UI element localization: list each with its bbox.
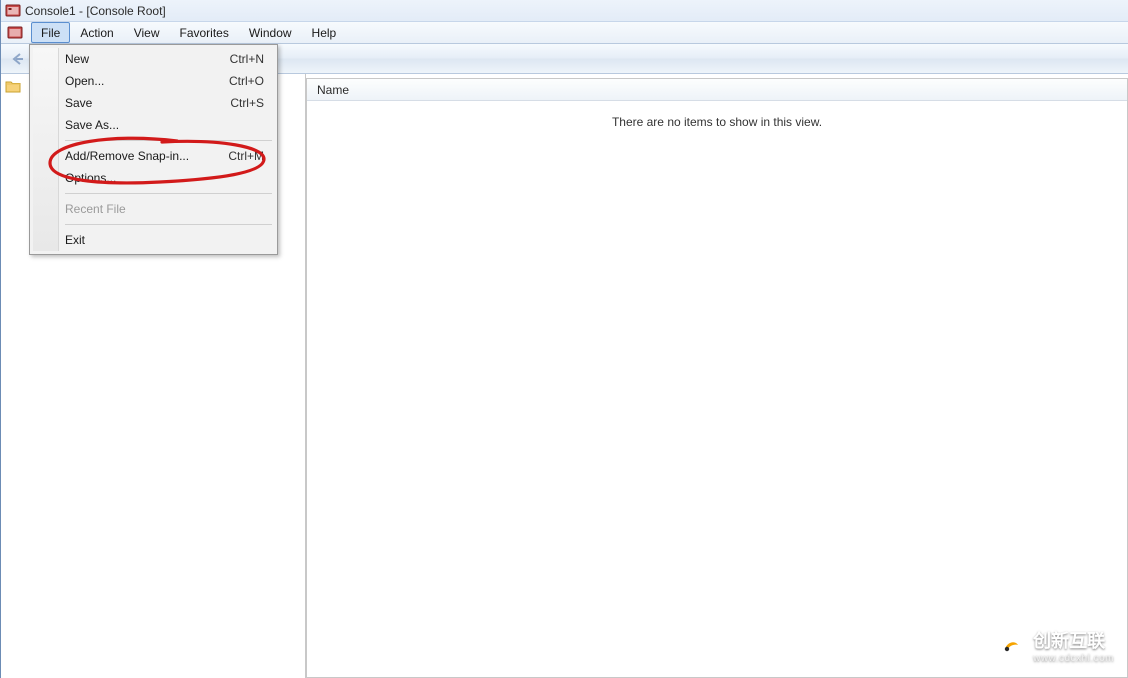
menu-item-shortcut: Ctrl+M [228, 149, 264, 163]
menu-favorites-label: Favorites [180, 26, 229, 40]
menu-item-label: Open... [65, 74, 104, 88]
watermark-text: 创新互联 www.cdcxhl.com [1033, 627, 1114, 664]
menu-item-label: Save [65, 96, 92, 110]
menu-item-label: Save As... [65, 118, 119, 132]
titlebar: Console1 - [Console Root] [1, 0, 1128, 22]
menu-help[interactable]: Help [302, 22, 347, 43]
menu-item-label: Recent File [65, 202, 126, 216]
menu-action[interactable]: Action [70, 22, 123, 43]
back-arrow-icon [10, 51, 26, 67]
menu-item-label: New [65, 52, 89, 66]
menu-item-add-remove-snapin[interactable]: Add/Remove Snap-in... Ctrl+M [33, 145, 274, 167]
menu-separator [65, 193, 272, 194]
menu-item-save[interactable]: Save Ctrl+S [33, 92, 274, 114]
watermark: 创新互联 www.cdcxhl.com [997, 627, 1114, 664]
menu-item-shortcut: Ctrl+N [230, 52, 264, 66]
menu-action-label: Action [80, 26, 113, 40]
folder-icon [5, 80, 21, 93]
watermark-brand: 创新互联 [1033, 631, 1105, 651]
back-button[interactable] [7, 48, 29, 70]
mmc-icon [5, 22, 25, 43]
list-body: There are no items to show in this view. [307, 101, 1127, 677]
menu-item-open[interactable]: Open... Ctrl+O [33, 70, 274, 92]
menu-favorites[interactable]: Favorites [170, 22, 239, 43]
menu-separator [65, 140, 272, 141]
menu-item-exit[interactable]: Exit [33, 229, 274, 251]
watermark-badge-icon [997, 632, 1025, 660]
menu-item-shortcut: Ctrl+O [229, 74, 264, 88]
menubar: File Action View Favorites Window Help [1, 22, 1128, 44]
list-header[interactable]: Name [307, 79, 1127, 101]
menu-item-options[interactable]: Options... [33, 167, 274, 189]
menu-window[interactable]: Window [239, 22, 302, 43]
menu-help-label: Help [312, 26, 337, 40]
menu-item-label: Options... [65, 171, 116, 185]
window-title: Console1 - [Console Root] [25, 4, 166, 18]
menu-item-label: Exit [65, 233, 85, 247]
menu-item-label: Add/Remove Snap-in... [65, 149, 189, 163]
menu-item-save-as[interactable]: Save As... [33, 114, 274, 136]
menu-item-recent-file: Recent File [33, 198, 274, 220]
menu-view[interactable]: View [124, 22, 170, 43]
list-pane: Name There are no items to show in this … [306, 78, 1128, 678]
menu-window-label: Window [249, 26, 292, 40]
menu-item-shortcut: Ctrl+S [230, 96, 264, 110]
menu-item-new[interactable]: New Ctrl+N [33, 48, 274, 70]
empty-message: There are no items to show in this view. [612, 115, 822, 677]
menu-separator [65, 224, 272, 225]
watermark-url: www.cdcxhl.com [1033, 653, 1114, 664]
column-name: Name [317, 83, 349, 97]
file-menu-dropdown: New Ctrl+N Open... Ctrl+O Save Ctrl+S Sa… [29, 44, 278, 255]
menu-view-label: View [134, 26, 160, 40]
mmc-icon [5, 3, 21, 19]
menu-file[interactable]: File [31, 22, 70, 43]
menu-file-label: File [41, 26, 60, 40]
